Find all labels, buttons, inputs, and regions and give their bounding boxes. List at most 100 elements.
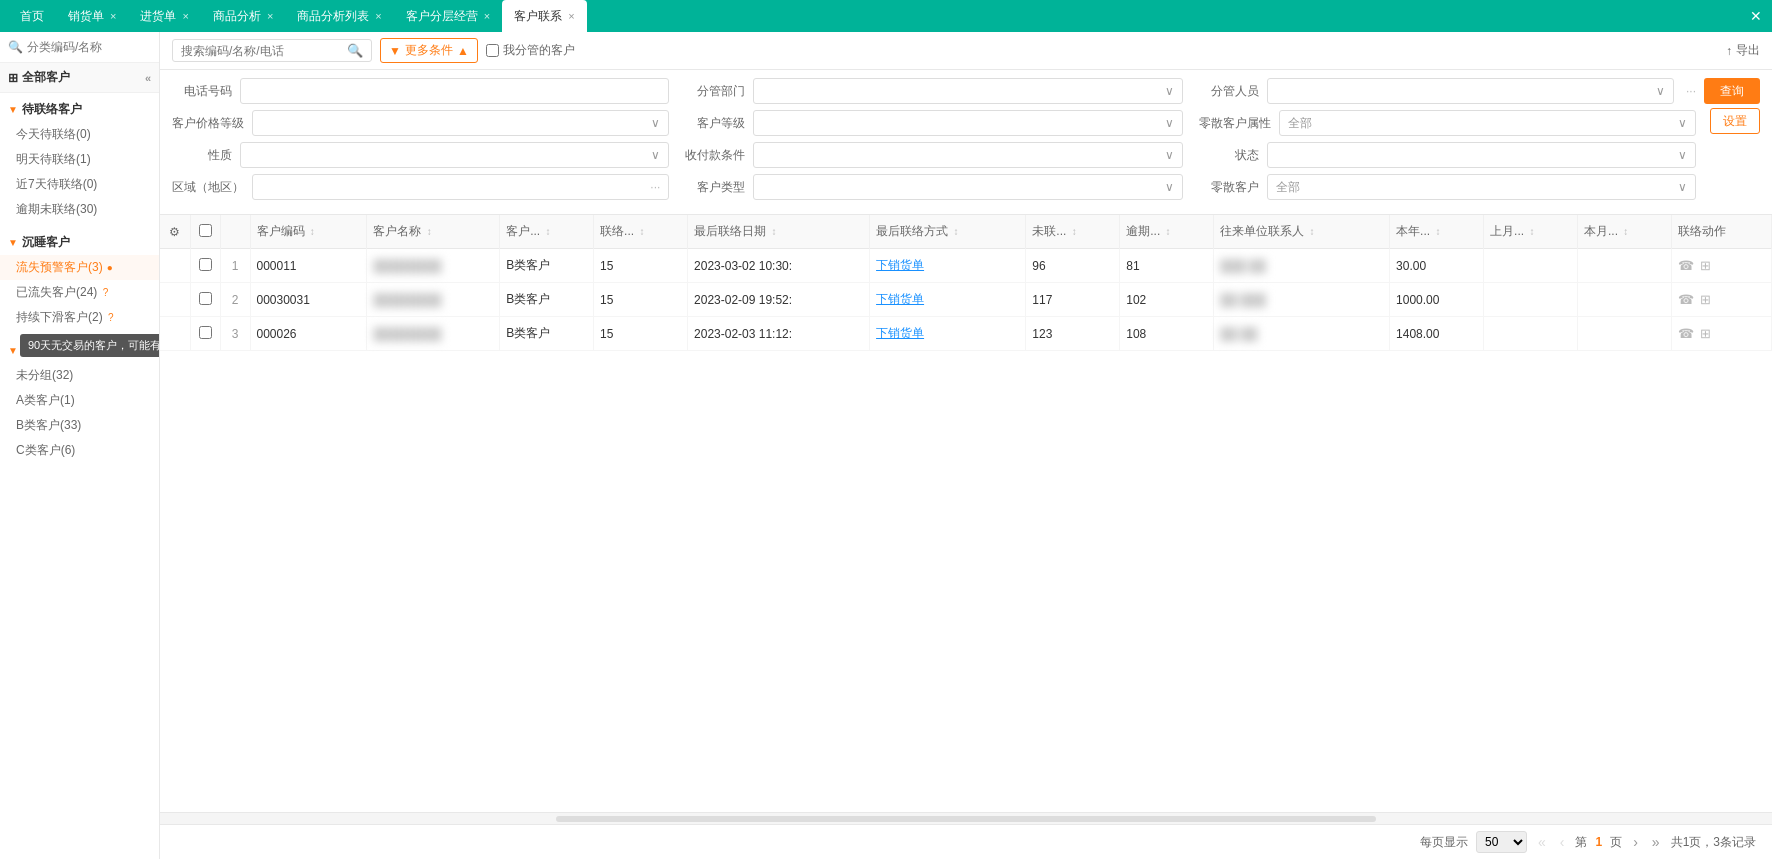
contact-method-link-1[interactable]: 下销货单 (876, 258, 924, 272)
horizontal-scrollbar[interactable] (160, 812, 1772, 824)
filter-zero-customer-select[interactable]: 全部 ∨ (1267, 174, 1696, 200)
filter-region: 区域（地区） ··· (172, 174, 669, 200)
sidebar-search-input[interactable] (27, 40, 151, 54)
th-last-contact-method[interactable]: 最后联络方式 ↕ (870, 215, 1026, 249)
th-checkbox (190, 215, 220, 249)
row-checkbox-1[interactable] (199, 258, 212, 271)
search-icon-btn[interactable]: 🔍 (347, 43, 363, 58)
query-button[interactable]: 查询 (1704, 78, 1760, 104)
nav-tab-analysis-list[interactable]: 商品分析列表 × (285, 0, 393, 32)
th-settings[interactable]: ⚙ (160, 215, 190, 249)
th-last-contact-date[interactable]: 最后联络日期 ↕ (688, 215, 870, 249)
sidebar-item-today-contact[interactable]: 今天待联络(0) (0, 122, 159, 147)
td-code-1: 000011 (250, 249, 367, 283)
filter-zero-attr-select[interactable]: 全部 ∨ (1279, 110, 1696, 136)
td-method-2: 下销货单 (870, 283, 1026, 317)
close-icon-analysis[interactable]: × (267, 10, 273, 22)
close-icon-sales[interactable]: × (110, 10, 116, 22)
sidebar-item-a-class[interactable]: A类客户(1) (0, 388, 159, 413)
td-contact-2: 15 (594, 283, 688, 317)
toolbar: 🔍 ▼ 更多条件 ▲ 我分管的客户 ↑ 导出 (160, 32, 1772, 70)
sidebar-item-c-class[interactable]: C类客户(6) (0, 438, 159, 463)
row-checkbox-2[interactable] (199, 292, 212, 305)
filter-status-select[interactable]: ∨ (1267, 142, 1696, 168)
contact-icon-1[interactable]: ☎ (1678, 258, 1694, 273)
sidebar-item-declining[interactable]: 持续下滑客户(2) ? (0, 305, 159, 330)
scrollbar-track[interactable] (556, 816, 1376, 822)
th-last-month[interactable]: 上月... ↕ (1484, 215, 1578, 249)
nav-tab-customer-tier[interactable]: 客户分层经营 × (394, 0, 502, 32)
page-size-select[interactable]: 50 100 200 (1476, 831, 1527, 853)
filter-customer-type-select[interactable]: ∨ (753, 174, 1182, 200)
sidebar-item-overdue-contact[interactable]: 逾期未联络(30) (0, 197, 159, 222)
filter-price-select[interactable]: ∨ (252, 110, 669, 136)
td-last-month-1 (1484, 249, 1578, 283)
sidebar-item-churned[interactable]: 已流失客户(24) ? (0, 280, 159, 305)
th-type[interactable]: 客户... ↕ (500, 215, 594, 249)
filter-payment-select[interactable]: ∨ (753, 142, 1182, 168)
group-value-customer-title[interactable]: ▼ 价值客户 ↻ ✎ (0, 338, 159, 363)
my-customers-checkbox[interactable] (486, 44, 499, 57)
close-icon-purchase[interactable]: × (182, 10, 188, 22)
th-contact[interactable]: 联络... ↕ (594, 215, 688, 249)
sidebar-search-bar: 🔍 (0, 32, 159, 63)
top-nav: 首页 销货单 × 进货单 × 商品分析 × 商品分析列表 × 客户分层经营 × … (0, 0, 1772, 32)
contact-icon-3[interactable]: ☎ (1678, 326, 1694, 341)
nav-tab-customer-contact[interactable]: 客户联系 × (502, 0, 586, 32)
th-this-month[interactable]: 本月... ↕ (1578, 215, 1672, 249)
contact-method-link-3[interactable]: 下销货单 (876, 326, 924, 340)
contact-icon-2[interactable]: ☎ (1678, 292, 1694, 307)
last-page-btn[interactable]: » (1649, 834, 1663, 850)
first-page-btn[interactable]: « (1535, 834, 1549, 850)
settings-button[interactable]: 设置 (1710, 108, 1760, 134)
my-customers-checkbox-wrap[interactable]: 我分管的客户 (486, 42, 575, 59)
sidebar-item-tomorrow-contact[interactable]: 明天待联络(1) (0, 147, 159, 172)
nav-tab-analysis[interactable]: 商品分析 × (201, 0, 285, 32)
all-customers-header[interactable]: ⊞ 全部客户 « (0, 63, 159, 93)
th-code[interactable]: 客户编码 ↕ (250, 215, 367, 249)
th-unit-contact[interactable]: 往来单位联系人 ↕ (1214, 215, 1390, 249)
close-icon-customer-tier[interactable]: × (484, 10, 490, 22)
customer-table: ⚙ 客户编码 ↕ 客户名称 ↕ 客户... ↕ 联络... ↕ 最后联络日期 ↕… (160, 215, 1772, 351)
close-icon-analysis-list[interactable]: × (375, 10, 381, 22)
row-checkbox-3[interactable] (199, 326, 212, 339)
group-dormant-title[interactable]: ▼ 沉睡客户 (0, 230, 159, 255)
sidebar-item-week-contact[interactable]: 近7天待联络(0) (0, 172, 159, 197)
nav-tab-sales[interactable]: 销货单 × (56, 0, 128, 32)
select-all-checkbox[interactable] (199, 224, 212, 237)
filter-nature-select[interactable]: ∨ (240, 142, 669, 168)
sidebar-item-churn-warning[interactable]: 流失预警客户(3) ● (0, 255, 159, 280)
nav-home[interactable]: 首页 (8, 8, 56, 25)
sidebar-item-unclassified[interactable]: 未分组(32) (0, 363, 159, 388)
collapse-icon[interactable]: « (145, 72, 151, 84)
filter-customer-level-select[interactable]: ∨ (753, 110, 1182, 136)
more-action-icon-2[interactable]: ⊞ (1700, 292, 1711, 307)
search-input[interactable] (181, 44, 347, 58)
close-window-icon[interactable]: ✕ (1750, 8, 1762, 24)
filter-phone-input[interactable] (240, 78, 669, 104)
filter-person-select[interactable]: ∨ (1267, 78, 1674, 104)
contact-method-link-2[interactable]: 下销货单 (876, 292, 924, 306)
more-icon[interactable]: ··· (1686, 84, 1696, 98)
prev-page-btn[interactable]: ‹ (1557, 834, 1568, 850)
edit-icon[interactable]: ✎ (141, 344, 151, 358)
nav-tab-purchase[interactable]: 进货单 × (128, 0, 200, 32)
more-dots-icon[interactable]: ··· (650, 180, 660, 194)
filter-dept-select[interactable]: ∨ (753, 78, 1182, 104)
more-action-icon-1[interactable]: ⊞ (1700, 258, 1711, 273)
sidebar-item-b-class[interactable]: B类客户(33) (0, 413, 159, 438)
th-overdue[interactable]: 逾期... ↕ (1120, 215, 1214, 249)
th-name[interactable]: 客户名称 ↕ (367, 215, 500, 249)
more-action-icon-3[interactable]: ⊞ (1700, 326, 1711, 341)
more-conditions-btn[interactable]: ▼ 更多条件 ▲ (380, 38, 478, 63)
next-page-btn[interactable]: › (1630, 834, 1641, 850)
group-waiting-contact-title[interactable]: ▼ 待联络客户 (0, 97, 159, 122)
th-this-year[interactable]: 本年... ↕ (1390, 215, 1484, 249)
filter-region-select[interactable]: ··· (252, 174, 669, 200)
page-label: 每页显示 (1420, 834, 1468, 851)
td-unit-contact-2: ██ ███ (1214, 283, 1390, 317)
export-btn[interactable]: ↑ 导出 (1726, 42, 1760, 59)
th-uncontacted[interactable]: 未联... ↕ (1026, 215, 1120, 249)
refresh-icon[interactable]: ↻ (127, 344, 137, 358)
close-icon-customer-contact[interactable]: × (568, 10, 574, 22)
